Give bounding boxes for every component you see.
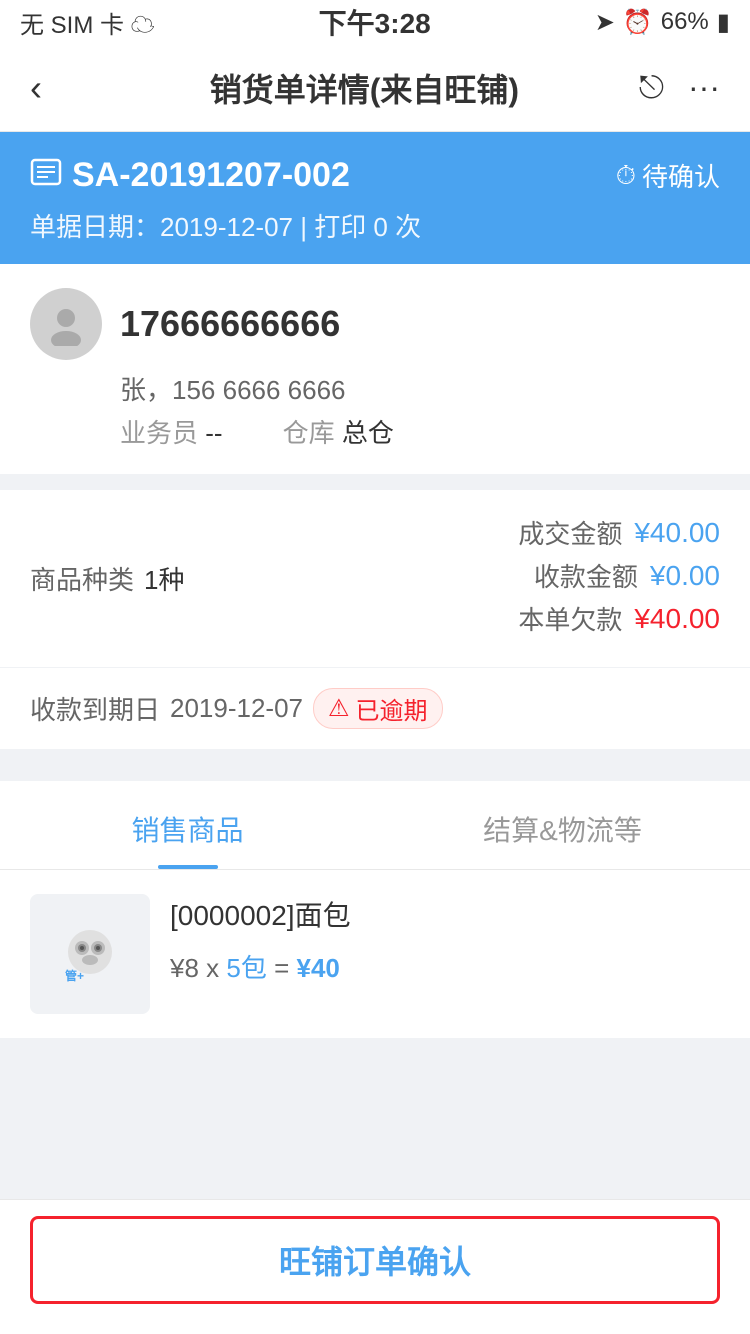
owed-val: ¥40.00: [634, 603, 720, 635]
bottom-bar: 旺铺订单确认: [0, 1199, 750, 1334]
due-date-value: 2019-12-07: [170, 693, 303, 724]
owed-label: 本单欠款: [518, 600, 622, 637]
order-icon: [30, 156, 62, 195]
status-right: ➤ ⏰ 66% ▮: [595, 8, 730, 37]
clock-icon: ⏱: [616, 160, 636, 192]
warehouse-label: 仓库: [283, 418, 335, 448]
sales-val: --: [205, 418, 222, 448]
status-bar: 无 SIM 卡 ☁ 下午3:28 ➤ ⏰ 66% ▮: [0, 0, 750, 44]
battery-level: 66%: [661, 8, 709, 36]
status-text: 待确认: [642, 157, 720, 194]
order-date: 单据日期：2019-12-07 | 打印 0 次: [30, 207, 720, 244]
product-type-val: 1种: [144, 560, 184, 597]
share-button[interactable]: ⎋: [639, 69, 664, 107]
order-id-text: SA-20191207-002: [72, 156, 350, 195]
page-title: 销货单详情(来自旺铺): [210, 65, 519, 111]
overdue-icon: ⚠: [328, 694, 350, 723]
customer-avatar: [30, 288, 102, 360]
overdue-text: 已逾期: [356, 691, 428, 726]
overdue-badge: ⚠ 已逾期: [313, 688, 443, 729]
customer-phone: 17666666666: [120, 303, 340, 345]
tab-settlement[interactable]: 结算&物流等: [375, 781, 750, 869]
equals-sign: =: [267, 953, 297, 983]
customer-meta: 业务员 -- 仓库 总仓: [120, 413, 720, 450]
product-name: [0000002]面包: [170, 894, 720, 934]
order-header: SA-20191207-002 ⏱ 待确认 单据日期：2019-12-07 | …: [0, 132, 750, 264]
divider-1: [0, 474, 750, 490]
confirm-order-button[interactable]: 旺铺订单确认: [30, 1216, 720, 1304]
tab-sales-products[interactable]: 销售商品: [0, 781, 375, 869]
due-date-label: 收款到期日: [30, 690, 160, 727]
received-val: ¥0.00: [650, 560, 720, 592]
location-icon: ➤: [595, 8, 615, 37]
amount-label: 成交金额: [518, 514, 622, 551]
status-left: 无 SIM 卡 ☁: [20, 5, 155, 40]
warehouse-val: 总仓: [342, 418, 394, 448]
order-status: ⏱ 待确认: [616, 157, 720, 194]
battery-icon: ▮: [717, 8, 730, 37]
amount-val: ¥40.00: [634, 517, 720, 549]
product-type-label: 商品种类: [30, 560, 134, 597]
product-qty: 5包: [226, 953, 266, 983]
nav-bar: ‹ 销货单详情(来自旺铺) ⎋ ···: [0, 44, 750, 132]
due-date-row: 收款到期日 2019-12-07 ⚠ 已逾期: [0, 667, 750, 749]
received-label: 收款金额: [534, 557, 638, 594]
customer-name-phone: 张，156 6666 6666: [120, 370, 720, 407]
back-button[interactable]: ‹: [30, 67, 90, 109]
amounts-section: 成交金额 ¥40.00 收款金额 ¥0.00 本单欠款 ¥40.00: [518, 514, 720, 643]
alarm-icon: ⏰: [623, 8, 653, 37]
product-price: ¥8 x 5包 = ¥40: [170, 948, 720, 985]
status-time: 下午3:28: [319, 2, 431, 42]
more-button[interactable]: ···: [688, 69, 720, 106]
order-id: SA-20191207-002: [30, 156, 350, 195]
nav-actions: ⎋ ···: [639, 69, 720, 107]
sim-status: 无 SIM 卡 ☁: [20, 5, 155, 40]
price-text: ¥8 x: [170, 953, 226, 983]
tabs-bar: 销售商品 结算&物流等: [0, 781, 750, 870]
product-total: ¥40: [296, 953, 339, 983]
svg-text:管+: 管+: [65, 968, 84, 983]
divider-2: [0, 749, 750, 765]
customer-card: 17666666666 张，156 6666 6666 业务员 -- 仓库 总仓: [0, 264, 750, 474]
product-card: 管+ [0000002]面包 ¥8 x 5包 = ¥40: [0, 870, 750, 1038]
summary-card: 商品种类 1种 成交金额 ¥40.00 收款金额 ¥0.00 本单欠款 ¥40.…: [0, 490, 750, 667]
sales-label: 业务员: [120, 418, 198, 448]
product-thumbnail: 管+: [30, 894, 150, 1014]
product-info: [0000002]面包 ¥8 x 5包 = ¥40: [170, 894, 720, 985]
